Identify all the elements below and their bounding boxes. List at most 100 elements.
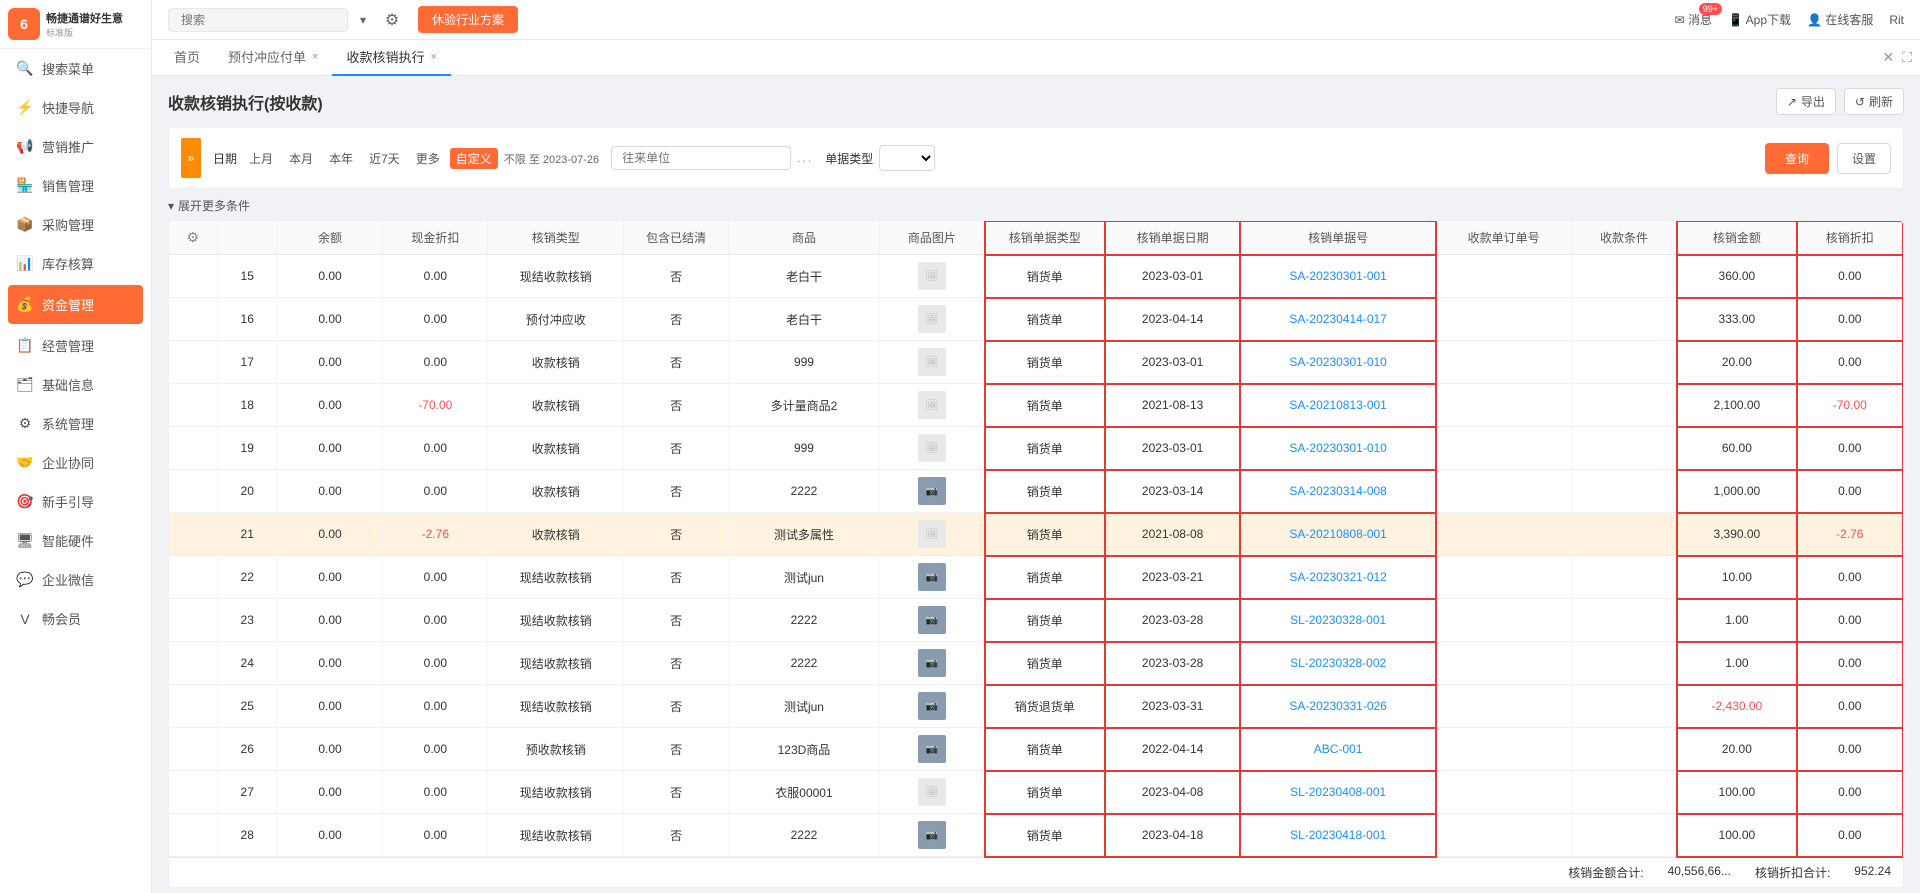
bill-no-link[interactable]: SL-20230328-002 bbox=[1290, 656, 1386, 670]
bill-no-link[interactable]: SL-20230408-001 bbox=[1290, 785, 1386, 799]
date-this-month-btn[interactable]: 本月 bbox=[283, 148, 319, 169]
sidebar-item-marketing[interactable]: 📢 营销推广 bbox=[0, 127, 151, 166]
date-more-btn[interactable]: 更多 bbox=[410, 148, 446, 169]
export-button[interactable]: ↗ 导出 bbox=[1776, 88, 1836, 115]
bill-no-link[interactable]: SA-20230331-026 bbox=[1289, 699, 1386, 713]
sidebar-item-finance[interactable]: 💰 资金管理 bbox=[8, 285, 143, 324]
cell-balance: 0.00 bbox=[277, 384, 382, 427]
bill-no-link[interactable]: SA-20210808-001 bbox=[1289, 527, 1386, 541]
online-service-btn[interactable]: 👤 在线客服 bbox=[1807, 11, 1873, 28]
sidebar-item-operations[interactable]: 📋 经营管理 bbox=[0, 326, 151, 365]
bill-no-link[interactable]: SA-20230321-012 bbox=[1289, 570, 1386, 584]
cell-bill-date: 2023-04-14 bbox=[1105, 298, 1240, 341]
page-title-actions: ↗ 导出 ↺ 刷新 bbox=[1776, 88, 1904, 115]
settings-icon[interactable]: ⚙ bbox=[187, 229, 200, 245]
cell-product-img: 🖼 bbox=[879, 771, 984, 814]
sidebar-item-collab[interactable]: 🤝 企业协同 bbox=[0, 443, 151, 482]
cell-collection-order bbox=[1436, 642, 1571, 685]
tab-prepay-label: 预付冲应付单 bbox=[228, 47, 306, 66]
sidebar-item-system[interactable]: ⚙ 系统管理 bbox=[0, 404, 151, 443]
quicknav-icon: ⚡ bbox=[16, 99, 34, 117]
operations-icon: 📋 bbox=[16, 337, 34, 355]
sidebar-item-label: 经营管理 bbox=[42, 336, 94, 355]
bill-no-link[interactable]: SA-20210813-001 bbox=[1289, 398, 1386, 412]
bill-no-link[interactable]: SA-20230301-001 bbox=[1289, 269, 1386, 283]
cell-bill-no: SA-20230301-010 bbox=[1240, 427, 1436, 470]
tab-prepay[interactable]: 预付冲应付单 × bbox=[214, 39, 332, 76]
party-input[interactable] bbox=[611, 146, 791, 170]
sidebar-item-purchase[interactable]: 📦 采购管理 bbox=[0, 205, 151, 244]
date-custom-btn[interactable]: 自定义 bbox=[450, 148, 498, 169]
cell-product: 测试jun bbox=[729, 685, 879, 728]
notification-btn[interactable]: ✉ 消息 99+ bbox=[1675, 11, 1712, 28]
cell-cash-discount: 0.00 bbox=[383, 642, 488, 685]
date-this-year-btn[interactable]: 本年 bbox=[323, 148, 359, 169]
cell-settings bbox=[169, 341, 217, 384]
tab-prepay-close[interactable]: × bbox=[312, 51, 318, 63]
bill-no-link[interactable]: SA-20230301-010 bbox=[1289, 355, 1386, 369]
topbar-dropdown-btn[interactable]: ▾ bbox=[360, 13, 366, 27]
sidebar-item-guide[interactable]: 🎯 新手引导 bbox=[0, 482, 151, 521]
sidebar-item-label: 系统管理 bbox=[42, 414, 94, 433]
date-last-month-btn[interactable]: 上月 bbox=[243, 148, 279, 169]
expand-more-conditions[interactable]: ▾ 展开更多条件 bbox=[168, 197, 1904, 214]
query-button[interactable]: 查询 bbox=[1765, 143, 1829, 174]
sidebar-item-member[interactable]: V 畅会员 bbox=[0, 599, 151, 638]
tab-verify[interactable]: 收款核销执行 × bbox=[332, 39, 450, 76]
cell-seq: 18 bbox=[217, 384, 277, 427]
sidebar-item-search[interactable]: 🔍 搜索菜单 bbox=[0, 49, 151, 88]
logo-text: 畅捷通谱好生意 bbox=[46, 10, 123, 26]
cell-verify-amount: 2,100.00 bbox=[1677, 384, 1797, 427]
setting-button[interactable]: 设置 bbox=[1837, 143, 1891, 174]
solution-button[interactable]: 休验行业方案 bbox=[418, 6, 518, 33]
topbar-right: ✉ 消息 99+ 📱 App下载 👤 在线客服 Rit bbox=[1675, 11, 1904, 28]
cell-verify-amount: 20.00 bbox=[1677, 728, 1797, 771]
bill-no-link[interactable]: ABC-001 bbox=[1314, 742, 1363, 756]
bill-type-select[interactable] bbox=[879, 145, 935, 171]
search-input[interactable] bbox=[168, 8, 348, 32]
sidebar-item-inventory[interactable]: 📊 库存核算 bbox=[0, 244, 151, 283]
refresh-button[interactable]: ↺ 刷新 bbox=[1844, 88, 1904, 115]
cell-bill-no: SA-20230314-008 bbox=[1240, 470, 1436, 513]
bill-no-link[interactable]: SL-20230328-001 bbox=[1290, 613, 1386, 627]
sidebar-item-wechat[interactable]: 💬 企业微信 bbox=[0, 560, 151, 599]
party-filter-group: ... bbox=[611, 146, 813, 170]
bill-no-link[interactable]: SA-20230314-008 bbox=[1289, 484, 1386, 498]
expand-more-icon: ▾ bbox=[168, 199, 174, 213]
cell-verify-amount: -2,430.00 bbox=[1677, 685, 1797, 728]
table-header-row: ⚙ 余额 现金折扣 核销类型 包含已结清 商品 商品图片 核销单据类型 核销单据… bbox=[169, 221, 1903, 255]
cell-product-img: 📷 bbox=[879, 814, 984, 857]
sidebar-item-quicknav[interactable]: ⚡ 快捷导航 bbox=[0, 88, 151, 127]
cell-bill-type: 销货单 bbox=[985, 642, 1105, 685]
tab-actions: ✕ ⛶ bbox=[1882, 49, 1912, 66]
bill-no-link[interactable]: SA-20230301-010 bbox=[1289, 441, 1386, 455]
cell-product: 999 bbox=[729, 341, 879, 384]
tab-home[interactable]: 首页 bbox=[160, 39, 214, 76]
tab-verify-close[interactable]: × bbox=[430, 51, 436, 63]
sidebar-item-hardware[interactable]: 🖥 智能硬件 bbox=[0, 521, 151, 560]
app-download-btn[interactable]: 📱 App下载 bbox=[1728, 11, 1791, 28]
user-profile[interactable]: Rit bbox=[1889, 13, 1904, 27]
sidebar-item-label: 快捷导航 bbox=[42, 98, 94, 117]
cell-collection-condition bbox=[1571, 728, 1676, 771]
cell-include-settled: 否 bbox=[623, 642, 728, 685]
bill-no-link[interactable]: SL-20230418-001 bbox=[1290, 828, 1386, 842]
date-7days-btn[interactable]: 近7天 bbox=[363, 148, 406, 169]
sidebar: 6 畅捷通谱好生意 标准版 🔍 搜索菜单 ⚡ 快捷导航 📢 营销推广 🏪 销售管… bbox=[0, 0, 152, 893]
cell-balance: 0.00 bbox=[277, 513, 382, 556]
cell-verify-type: 现结收款核销 bbox=[488, 556, 623, 599]
sidebar-item-basicinfo[interactable]: 🗂 基础信息 bbox=[0, 365, 151, 404]
topbar-gear-icon[interactable]: ⚙ bbox=[378, 6, 406, 34]
cell-seq: 19 bbox=[217, 427, 277, 470]
cell-verify-type: 收款核销 bbox=[488, 513, 623, 556]
tab-close-all-icon[interactable]: ✕ bbox=[1882, 49, 1894, 66]
cell-cash-discount: 0.00 bbox=[383, 298, 488, 341]
sidebar-item-sales[interactable]: 🏪 销售管理 bbox=[0, 166, 151, 205]
filter-expand-left-btn[interactable]: » bbox=[181, 138, 201, 178]
cell-verify-discount: 0.00 bbox=[1797, 642, 1902, 685]
cell-verify-amount: 20.00 bbox=[1677, 341, 1797, 384]
tab-expand-icon[interactable]: ⛶ bbox=[1902, 49, 1912, 66]
col-collection-condition-header: 收款条件 bbox=[1571, 221, 1676, 255]
cell-cash-discount: 0.00 bbox=[383, 556, 488, 599]
bill-no-link[interactable]: SA-20230414-017 bbox=[1289, 312, 1386, 326]
